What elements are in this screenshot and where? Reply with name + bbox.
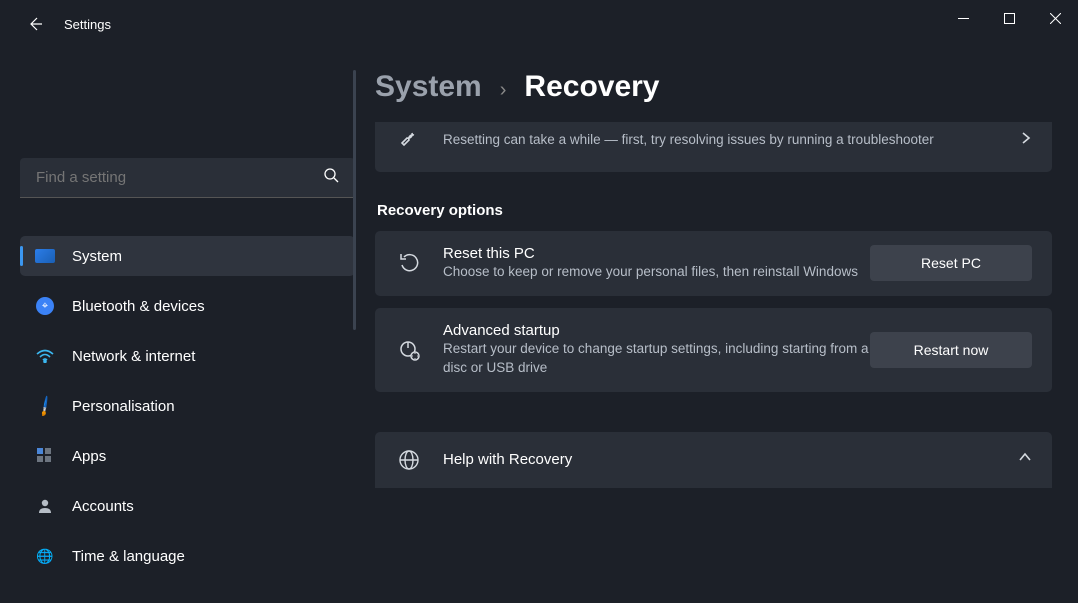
section-title: Recovery options	[377, 202, 1052, 219]
paintbrush-icon: 🖌️	[30, 391, 61, 422]
chevron-right-icon	[1020, 131, 1032, 149]
search-icon	[324, 168, 339, 188]
minimize-icon	[958, 13, 969, 24]
sidebar-item-label: Network & internet	[72, 348, 195, 365]
system-icon	[34, 245, 56, 267]
close-button[interactable]	[1032, 0, 1078, 36]
sidebar-item-label: Apps	[72, 448, 106, 465]
sidebar-item-apps[interactable]: Apps	[20, 436, 355, 476]
maximize-icon	[1004, 13, 1015, 24]
search-box[interactable]	[20, 158, 355, 198]
back-button[interactable]	[20, 9, 50, 39]
reset-pc-card: Reset this PC Choose to keep or remove y…	[375, 231, 1052, 296]
troubleshoot-card[interactable]: Resetting can take a while — first, try …	[375, 122, 1052, 172]
sidebar-item-label: Time & language	[72, 548, 185, 565]
reset-title: Reset this PC	[443, 245, 870, 262]
reset-icon	[395, 249, 423, 277]
scrollbar[interactable]	[353, 70, 356, 330]
titlebar: Settings	[0, 0, 1078, 48]
nav-list: System ⌖ Bluetooth & devices Network & i…	[20, 236, 355, 576]
breadcrumb-current: Recovery	[524, 70, 659, 104]
apps-icon	[34, 445, 56, 467]
sidebar-item-accounts[interactable]: Accounts	[20, 486, 355, 526]
troubleshoot-desc: Resetting can take a while — first, try …	[443, 130, 1020, 150]
sidebar-item-personalisation[interactable]: 🖌️ Personalisation	[20, 386, 355, 426]
sidebar-item-bluetooth[interactable]: ⌖ Bluetooth & devices	[20, 286, 355, 326]
wifi-icon	[34, 345, 56, 367]
globe-icon	[395, 446, 423, 474]
sidebar-item-time-language[interactable]: 🌐 Time & language	[20, 536, 355, 576]
sidebar-item-system[interactable]: System	[20, 236, 355, 276]
minimize-button[interactable]	[940, 0, 986, 36]
person-icon	[34, 495, 56, 517]
advanced-title: Advanced startup	[443, 322, 870, 339]
advanced-desc: Restart your device to change startup se…	[443, 339, 870, 378]
restart-now-button[interactable]: Restart now	[870, 332, 1032, 368]
advanced-startup-card: Advanced startup Restart your device to …	[375, 308, 1052, 392]
maximize-button[interactable]	[986, 0, 1032, 36]
close-icon	[1050, 13, 1061, 24]
help-title: Help with Recovery	[443, 451, 1018, 468]
breadcrumb-parent[interactable]: System	[375, 70, 482, 104]
sidebar-item-label: System	[72, 248, 122, 265]
sidebar-item-network[interactable]: Network & internet	[20, 336, 355, 376]
back-arrow-icon	[27, 16, 43, 32]
power-gear-icon	[395, 336, 423, 364]
sidebar-item-label: Personalisation	[72, 398, 175, 415]
globe-clock-icon: 🌐	[34, 545, 56, 567]
sidebar: System ⌖ Bluetooth & devices Network & i…	[0, 48, 375, 603]
breadcrumb: System › Recovery	[375, 70, 1052, 104]
bluetooth-icon: ⌖	[34, 295, 56, 317]
reset-desc: Choose to keep or remove your personal f…	[443, 262, 870, 282]
main-content: System › Recovery Resetting can take a w…	[375, 48, 1078, 603]
sidebar-item-label: Bluetooth & devices	[72, 298, 205, 315]
sidebar-item-label: Accounts	[72, 498, 134, 515]
chevron-right-icon: ›	[500, 79, 507, 102]
search-input[interactable]	[36, 169, 324, 186]
help-recovery-card[interactable]: Help with Recovery	[375, 432, 1052, 488]
reset-pc-button[interactable]: Reset PC	[870, 245, 1032, 281]
wrench-icon	[395, 126, 423, 154]
chevron-up-icon	[1018, 450, 1032, 469]
window-title: Settings	[64, 17, 111, 32]
